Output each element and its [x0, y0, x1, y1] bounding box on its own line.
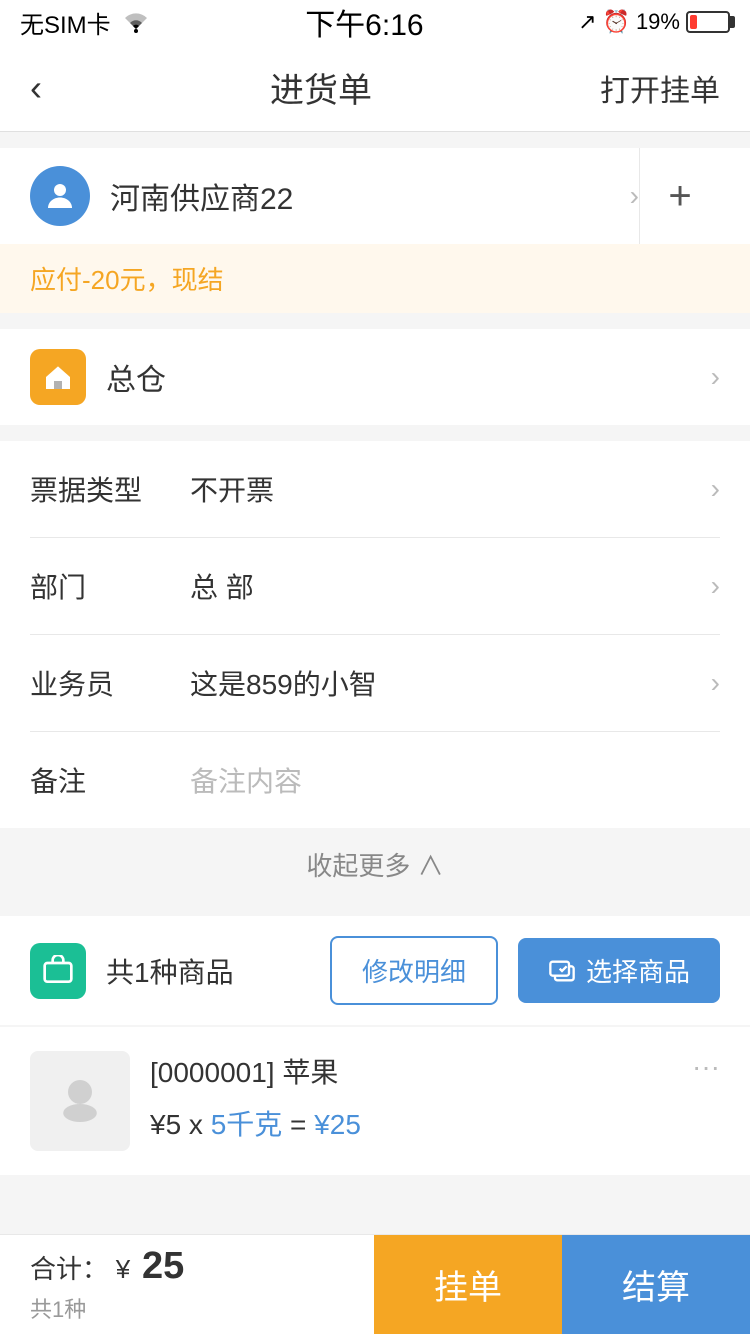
sales-value: 这是859的小智: [190, 663, 701, 703]
status-bar-right: ↗ ⏰ 19%: [578, 9, 730, 35]
product-info: [0000001] 苹果 ¥5 x 5千克 = ¥25: [150, 1051, 672, 1143]
total-amount: 25: [142, 1245, 184, 1287]
product-title: 苹果: [282, 1057, 338, 1088]
separator-1: [0, 132, 750, 148]
remark-row[interactable]: 备注 备注内容: [0, 732, 750, 828]
alarm-icon: ⏰: [603, 9, 630, 35]
product-eq: =: [282, 1109, 314, 1140]
remark-input[interactable]: 备注内容: [190, 760, 720, 800]
dept-chevron-icon: ›: [711, 570, 720, 602]
remark-label: 备注: [30, 760, 190, 800]
separator-4: [0, 900, 750, 916]
total-label: 合计：: [30, 1254, 108, 1284]
select-product-button[interactable]: 选择商品: [518, 938, 720, 1003]
home-icon: [42, 361, 74, 393]
cart-icon: [42, 955, 74, 987]
product-code: [0000001]: [150, 1057, 282, 1088]
select-product-icon: [548, 957, 576, 985]
warehouse-name: 总仓: [106, 355, 701, 399]
user-icon: [42, 178, 78, 214]
time-label: 下午6:16: [305, 0, 423, 44]
sales-chevron-icon: ›: [711, 667, 720, 699]
sales-row[interactable]: 业务员 这是859的小智 ›: [0, 635, 750, 731]
product-quantity: 5千克: [211, 1109, 283, 1140]
ticket-value: 不开票: [190, 469, 701, 509]
add-supplier-button[interactable]: +: [640, 148, 720, 244]
battery-percent: 19%: [636, 9, 680, 35]
wifi-icon: [121, 11, 151, 33]
product-header: 共1种商品 修改明细 选择商品: [0, 916, 750, 1025]
total-section: 合计： ¥ 25 共1种: [0, 1245, 374, 1324]
sales-label: 业务员: [30, 663, 190, 703]
product-count-icon: [30, 943, 86, 999]
ticket-type-row[interactable]: 票据类型 不开票 ›: [0, 441, 750, 537]
product-price: ¥5 x 5千克 = ¥25: [150, 1103, 672, 1143]
product-thumbnail: 响+: [30, 1051, 130, 1151]
product-placeholder-icon: 响+: [50, 1071, 110, 1131]
dept-value: 总 部: [190, 566, 701, 606]
dept-row[interactable]: 部门 总 部 ›: [0, 538, 750, 634]
edit-detail-button[interactable]: 修改明细: [330, 936, 498, 1005]
product-unit-price: ¥5 x: [150, 1109, 211, 1140]
product-item: 响+ [0000001] 苹果 ¥5 x 5千克 = ¥25 ···: [0, 1027, 750, 1175]
ticket-chevron-icon: ›: [711, 473, 720, 505]
hang-button[interactable]: 挂单: [374, 1235, 562, 1334]
product-name: [0000001] 苹果: [150, 1051, 672, 1091]
warehouse-chevron-icon: ›: [711, 361, 720, 393]
status-bar-left: 无SIM卡: [20, 5, 151, 40]
location-icon: ↗: [578, 9, 596, 35]
carrier-label: 无SIM卡: [20, 5, 111, 40]
bottom-bar: 合计： ¥ 25 共1种 挂单 结算: [0, 1234, 750, 1334]
page-title: 进货单: [270, 63, 372, 112]
supplier-notice: 应付-20元，现结: [0, 244, 750, 313]
back-button[interactable]: ‹: [30, 67, 42, 109]
open-hang-button[interactable]: 打开挂单: [600, 66, 720, 110]
product-menu-button[interactable]: ···: [692, 1051, 720, 1083]
total-line: 合计： ¥ 25: [30, 1245, 344, 1288]
nav-bar: ‹ 进货单 打开挂单: [0, 44, 750, 132]
total-currency: ¥: [116, 1254, 130, 1284]
form-section: 票据类型 不开票 › 部门 总 部 › 业务员 这是859的小智 › 备注 备注…: [0, 441, 750, 828]
product-total: ¥25: [314, 1109, 361, 1140]
separator-2: [0, 313, 750, 329]
battery-icon: [686, 11, 730, 33]
supplier-avatar: [30, 166, 90, 226]
supplier-section: 河南供应商22 › +: [0, 148, 750, 244]
supplier-name: 河南供应商22: [110, 174, 620, 218]
separator-3: [0, 425, 750, 441]
checkout-button[interactable]: 结算: [562, 1235, 750, 1334]
select-product-label: 选择商品: [586, 952, 690, 989]
dept-label: 部门: [30, 566, 190, 606]
collapse-row[interactable]: 收起更多 ∧: [0, 828, 750, 900]
warehouse-section[interactable]: 总仓 ›: [0, 329, 750, 425]
supplier-row[interactable]: 河南供应商22 ›: [30, 148, 640, 244]
total-count: 共1种: [30, 1292, 344, 1324]
warehouse-icon: [30, 349, 86, 405]
product-count-text: 共1种商品: [106, 951, 310, 991]
ticket-label: 票据类型: [30, 469, 190, 509]
status-bar: 无SIM卡 下午6:16 ↗ ⏰ 19%: [0, 0, 750, 44]
supplier-chevron-icon: ›: [630, 180, 639, 212]
